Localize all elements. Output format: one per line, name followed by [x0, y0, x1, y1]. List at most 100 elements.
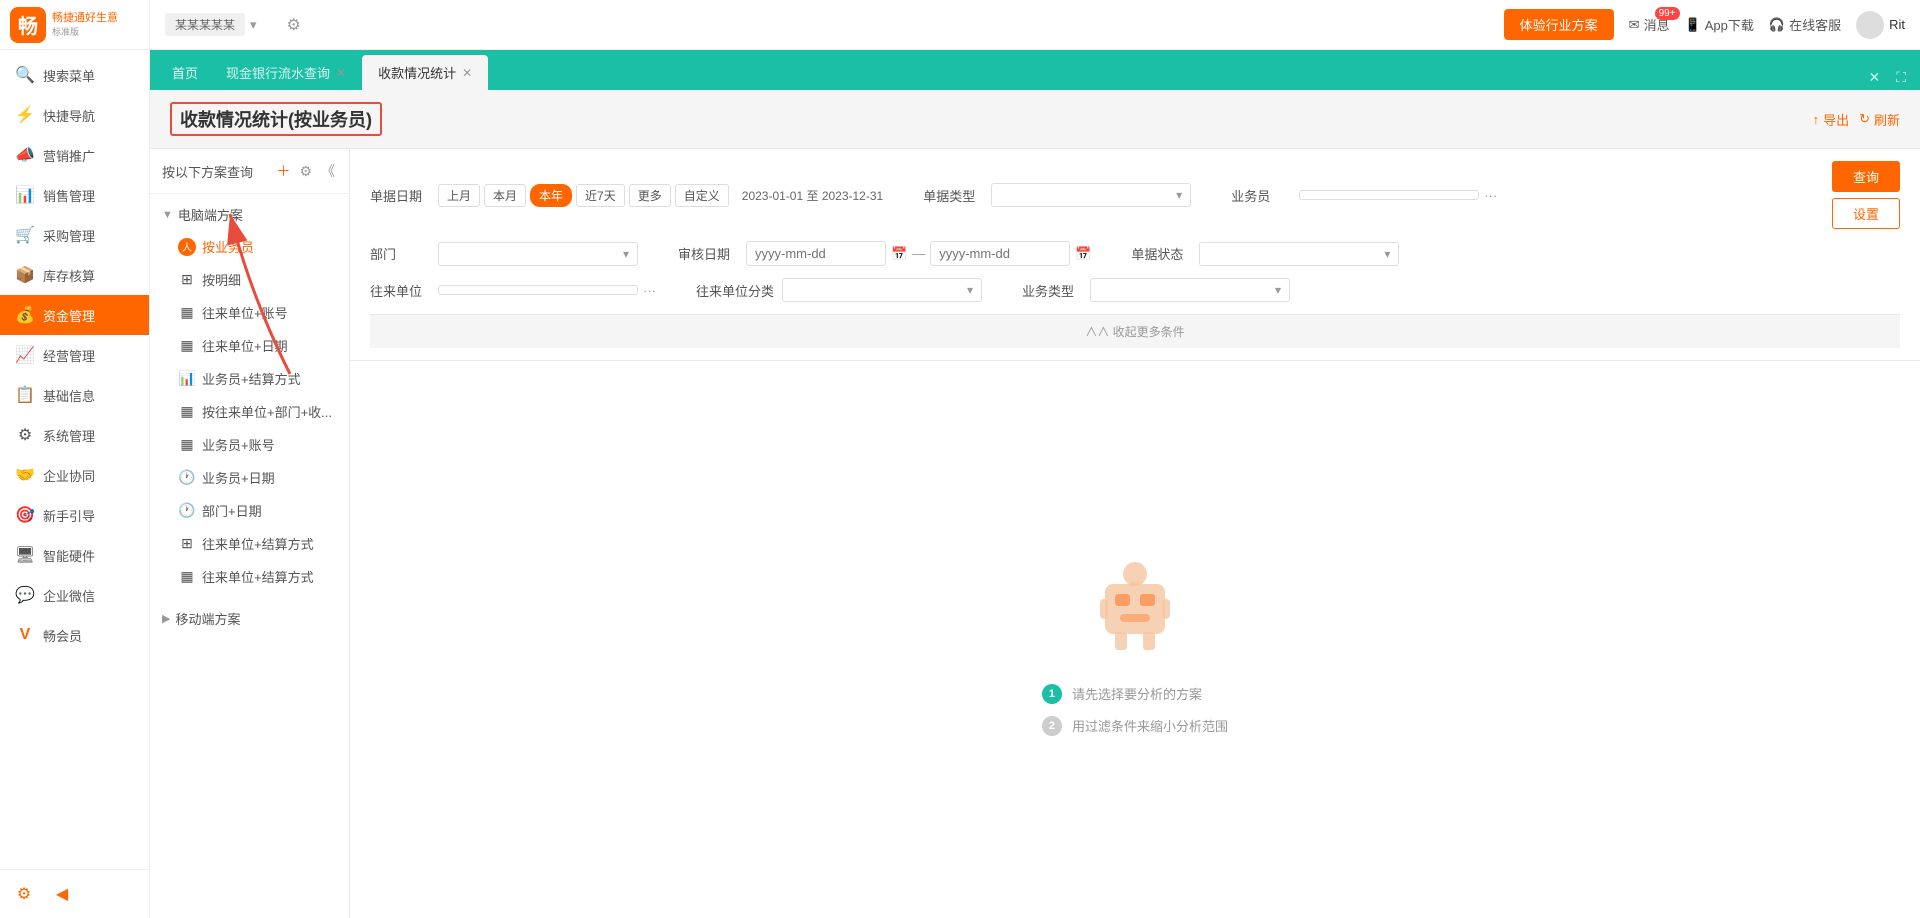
maximize-window-icon[interactable]: ⛶: [1892, 65, 1910, 90]
topbar-right: ✉ 消息 99+ 📱 App下载 🎧 在线客服 Rit: [1629, 11, 1905, 39]
collapse-panel-button[interactable]: 《: [319, 159, 337, 183]
sidebar-item-marketing-label: 营销推广: [43, 146, 95, 165]
tree-item-by-detail[interactable]: ⊞ 按明细: [150, 263, 349, 296]
tree-mobile-header[interactable]: ▶ 移动端方案: [150, 603, 349, 634]
sidebar-settings-button[interactable]: ⚙: [10, 880, 38, 908]
step-1-text: 请先选择要分析的方案: [1072, 684, 1202, 703]
sidebar-item-purchase[interactable]: 🛒 采购管理: [0, 215, 149, 255]
left-panel-header: 按以下方案查询 ＋ ⚙ 《: [150, 149, 349, 194]
sidebar-item-purchase-label: 采购管理: [43, 226, 95, 245]
partner-more-icon[interactable]: ···: [643, 283, 656, 298]
tree-item-unit-dept[interactable]: ▦ 按往来单位+部门+收...: [150, 395, 349, 428]
date-btn-this-month[interactable]: 本月: [484, 184, 526, 207]
tab-bank[interactable]: 现金银行流水查询 ✕: [210, 55, 362, 90]
calendar-start-icon[interactable]: 📅: [891, 246, 907, 262]
sidebar-item-wechat[interactable]: 💬 企业微信: [0, 575, 149, 615]
message-badge: 99+: [1655, 7, 1680, 20]
tree-item-unit-settlement2[interactable]: ▦ 往来单位+结算方式: [150, 560, 349, 593]
tab-home[interactable]: 首页: [160, 55, 210, 90]
marketing-icon: 📣: [15, 145, 35, 165]
dept-select[interactable]: ▾: [438, 242, 638, 266]
sidebar-item-inventory[interactable]: 📦 库存核算: [0, 255, 149, 295]
partner-group: 往来单位 ···: [370, 281, 656, 300]
sidebar-collapse-button[interactable]: ◀: [48, 880, 76, 908]
voucher-type-select[interactable]: ▾: [991, 183, 1191, 207]
sidebar-item-ops[interactable]: 📈 经营管理: [0, 335, 149, 375]
tree-mobile-section: ▶ 移动端方案: [150, 598, 349, 639]
tab-collection[interactable]: 收款情况统计 ✕: [362, 55, 488, 90]
corp-icon: 🤝: [15, 465, 35, 485]
date-btn-last-month[interactable]: 上月: [438, 184, 480, 207]
tree-item-salesperson-settlement[interactable]: 📊 业务员+结算方式: [150, 362, 349, 395]
date-btn-this-year[interactable]: 本年: [530, 184, 572, 207]
topbar-settings-icon[interactable]: ⚙: [287, 15, 301, 35]
export-label: 导出: [1823, 110, 1849, 129]
guide-icon: 🎯: [15, 505, 35, 525]
main-area: 某某某某某 ▾ ⚙ 体验行业方案 ✉ 消息 99+ 📱 App下载 🎧 在线客服…: [150, 0, 1920, 918]
empty-step-1: 1 请先选择要分析的方案: [1042, 684, 1228, 704]
sidebar-item-hardware[interactable]: 🖥 智能硬件: [0, 535, 149, 575]
date-btn-7days[interactable]: 近7天: [576, 184, 625, 207]
sidebar-item-quicknav-label: 快捷导航: [43, 106, 95, 125]
tree-item-unit-settlement1[interactable]: ⊞ 往来单位+结算方式: [150, 527, 349, 560]
voucher-state-select[interactable]: ▾: [1199, 242, 1399, 266]
tree-item-dept-date[interactable]: 🕐 部门+日期: [150, 494, 349, 527]
messages-button[interactable]: ✉ 消息 99+: [1629, 15, 1670, 34]
dept-group: 部门 ▾: [370, 242, 638, 266]
tree-desktop-header[interactable]: ▼ 电脑端方案: [150, 199, 349, 230]
sidebar-item-system[interactable]: ⚙ 系统管理: [0, 415, 149, 455]
tree-item-salesperson-account[interactable]: ▦ 业务员+账号: [150, 428, 349, 461]
sidebar-item-member[interactable]: V 畅会员: [0, 615, 149, 655]
tree-desktop-arrow: ▼: [162, 209, 173, 221]
hardware-icon: 🖥: [15, 545, 35, 565]
add-scheme-button[interactable]: ＋: [274, 159, 292, 183]
partner-label: 往来单位: [370, 281, 430, 300]
sidebar-item-search[interactable]: 🔍 搜索菜单: [0, 55, 149, 95]
tree-item-unit-account[interactable]: ▦ 往来单位+账号: [150, 296, 349, 329]
tree-item-unit-date[interactable]: ▦ 往来单位+日期: [150, 329, 349, 362]
filter-settings-button[interactable]: 设置: [1832, 198, 1900, 229]
tab-collection-close[interactable]: ✕: [462, 66, 472, 80]
close-window-icon[interactable]: ✕: [1864, 65, 1884, 90]
tree-item-dept-date-label: 部门+日期: [202, 501, 262, 520]
refresh-icon: ↻: [1859, 111, 1870, 127]
tab-bank-close[interactable]: ✕: [336, 66, 346, 80]
salesperson-select[interactable]: [1299, 190, 1479, 200]
app-download-button[interactable]: 📱 App下载: [1685, 15, 1754, 34]
tree-item-salesperson-account-label: 业务员+账号: [202, 435, 275, 454]
avatar-image: [1856, 11, 1884, 39]
sidebar-item-marketing[interactable]: 📣 营销推广: [0, 135, 149, 175]
sidebar-item-quicknav[interactable]: ⚡ 快捷导航: [0, 95, 149, 135]
review-date-end[interactable]: [930, 241, 1070, 266]
partner-select[interactable]: [438, 285, 638, 295]
query-button[interactable]: 查询: [1832, 161, 1900, 192]
partner-category-select[interactable]: ▾: [782, 278, 982, 302]
company-dropdown-icon[interactable]: ▾: [250, 17, 257, 33]
date-btn-more[interactable]: 更多: [629, 184, 671, 207]
collapse-bar[interactable]: ∧∧ 收起更多条件: [370, 314, 1900, 348]
tree-item-salesperson-date[interactable]: 🕐 业务员+日期: [150, 461, 349, 494]
sidebar-item-corp[interactable]: 🤝 企业协同: [0, 455, 149, 495]
refresh-button[interactable]: ↻ 刷新: [1859, 110, 1900, 129]
unit-date-icon: ▦: [178, 337, 196, 355]
tree-item-by-salesperson[interactable]: 人 按业务员: [150, 230, 349, 263]
logo-badge: 标准版: [52, 25, 118, 38]
sidebar-item-guide[interactable]: 🎯 新手引导: [0, 495, 149, 535]
voucher-state-group: 单据状态 ▾: [1131, 242, 1399, 266]
calendar-end-icon[interactable]: 📅: [1075, 246, 1091, 262]
sidebar-item-basic[interactable]: 📋 基础信息: [0, 375, 149, 415]
salesperson-account-icon: ▦: [178, 436, 196, 454]
sidebar-item-sales[interactable]: 📊 销售管理: [0, 175, 149, 215]
biz-type-select[interactable]: ▾: [1090, 278, 1290, 302]
user-avatar[interactable]: Rit: [1856, 11, 1905, 39]
empty-illustration: [1075, 544, 1195, 664]
review-date-start[interactable]: [746, 241, 886, 266]
sidebar-item-finance-label: 资金管理: [43, 306, 95, 325]
date-btn-custom[interactable]: 自定义: [675, 184, 729, 207]
online-service-button[interactable]: 🎧 在线客服: [1769, 15, 1841, 34]
trial-button[interactable]: 体验行业方案: [1504, 9, 1614, 40]
sidebar-item-finance[interactable]: 💰 资金管理: [0, 295, 149, 335]
settings-scheme-button[interactable]: ⚙: [297, 159, 314, 183]
export-button[interactable]: ↑ 导出: [1813, 110, 1850, 129]
salesperson-more-icon[interactable]: ···: [1484, 188, 1497, 203]
